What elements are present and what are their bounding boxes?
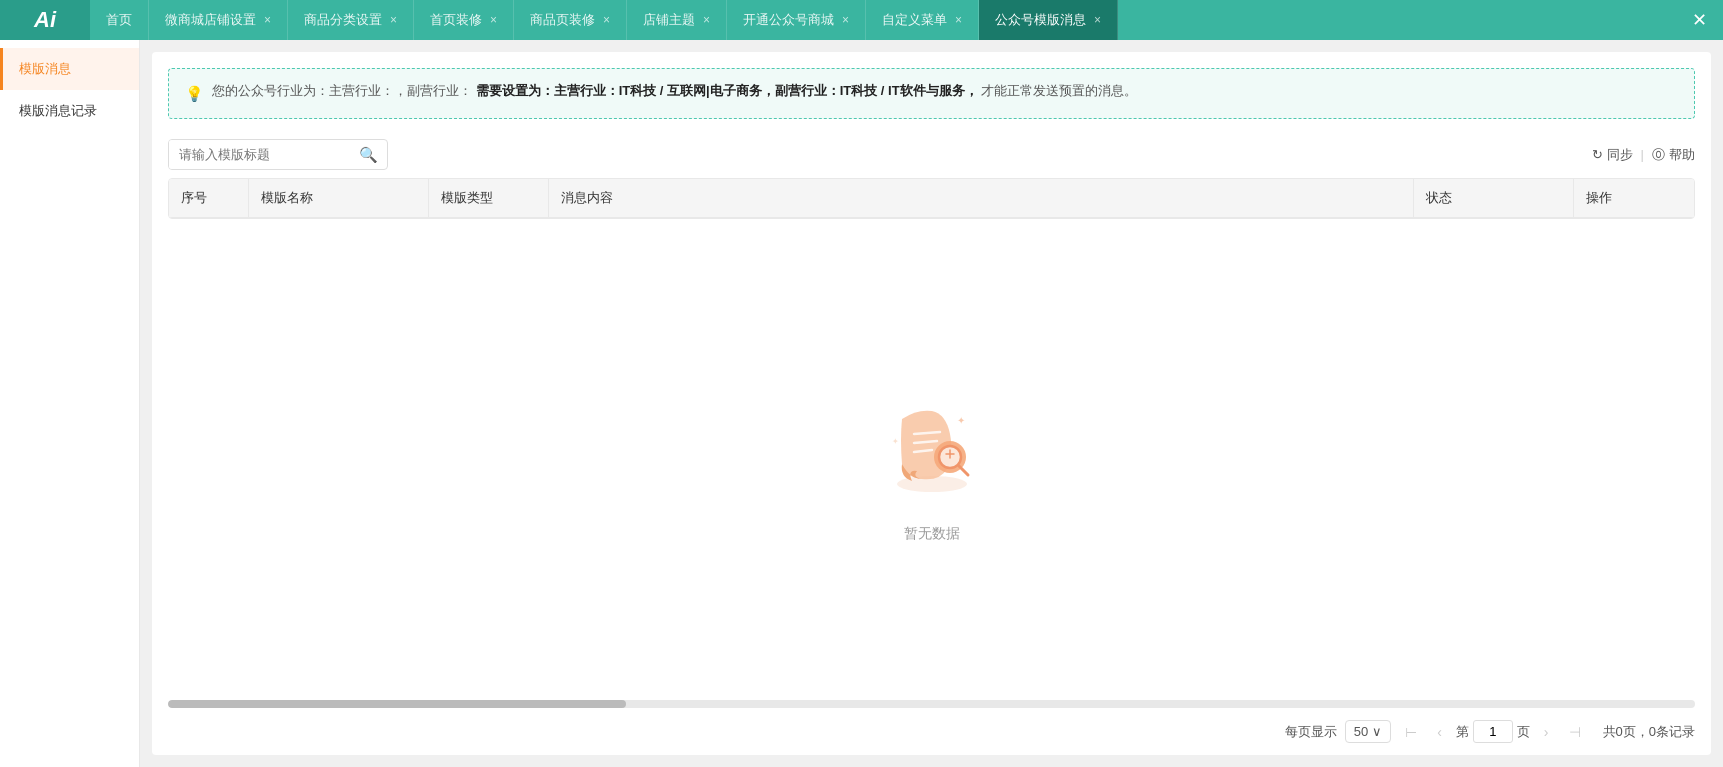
table-header-模版类型: 模版类型 bbox=[429, 179, 549, 217]
help-icon: ⓪ bbox=[1652, 146, 1665, 164]
help-label: 帮助 bbox=[1669, 146, 1695, 164]
search-input[interactable] bbox=[169, 140, 349, 169]
content-area: 💡 您的公众号行业为：主营行业：，副营行业： 需要设置为：主营行业：IT科技 /… bbox=[152, 52, 1711, 755]
page-size-label: 每页显示 bbox=[1285, 723, 1337, 741]
action-divider: | bbox=[1641, 147, 1644, 162]
sidebar: 模版消息模版消息记录 bbox=[0, 40, 140, 767]
search-bar: 🔍 ↻ 同步 | ⓪ 帮助 bbox=[152, 127, 1711, 178]
sync-label: 同步 bbox=[1607, 146, 1633, 164]
tab-close-product[interactable]: × bbox=[603, 14, 610, 26]
tab-close-mall[interactable]: × bbox=[842, 14, 849, 26]
svg-line-7 bbox=[959, 466, 968, 475]
table-header: 序号模版名称模版类型消息内容状态操作 bbox=[169, 179, 1694, 218]
sidebar-item-template-message-log[interactable]: 模版消息记录 bbox=[0, 90, 139, 132]
tab-theme[interactable]: 店铺主题× bbox=[627, 0, 727, 40]
page-size-select[interactable]: 50 ∨ bbox=[1345, 720, 1391, 743]
bulb-icon: 💡 bbox=[185, 82, 204, 106]
notice-text: 您的公众号行业为：主营行业：，副营行业： 需要设置为：主营行业：IT科技 / 互… bbox=[212, 81, 1137, 102]
tab-weshop[interactable]: 微商城店铺设置× bbox=[149, 0, 288, 40]
page-prefix-label: 第 bbox=[1456, 723, 1469, 741]
help-button[interactable]: ⓪ 帮助 bbox=[1652, 146, 1695, 164]
page-suffix-label: 页 bbox=[1517, 723, 1530, 741]
tab-close-template[interactable]: × bbox=[1094, 14, 1101, 26]
tab-homepage[interactable]: 首页装修× bbox=[414, 0, 514, 40]
tab-mall[interactable]: 开通公众号商城× bbox=[727, 0, 866, 40]
empty-illustration: ✦ ✦ bbox=[872, 389, 992, 509]
search-actions: ↻ 同步 | ⓪ 帮助 bbox=[1592, 146, 1695, 164]
notice-highlight: 需要设置为：主营行业：IT科技 / 互联网|电子商务，副营行业：IT科技 / I… bbox=[476, 83, 978, 98]
tab-list: 首页微商城店铺设置×商品分类设置×首页装修×商品页装修×店铺主题×开通公众号商城… bbox=[90, 0, 1676, 40]
sync-button[interactable]: ↻ 同步 bbox=[1592, 146, 1633, 164]
tab-home[interactable]: 首页 bbox=[90, 0, 149, 40]
table-header-状态: 状态 bbox=[1414, 179, 1574, 217]
empty-state: ✦ ✦ 暂无数据 bbox=[152, 219, 1711, 692]
svg-text:✦: ✦ bbox=[957, 415, 965, 426]
tab-category[interactable]: 商品分类设置× bbox=[288, 0, 414, 40]
chevron-down-icon: ∨ bbox=[1372, 724, 1382, 739]
sidebar-item-template-message[interactable]: 模版消息 bbox=[0, 48, 139, 90]
first-page-button[interactable]: ⊢ bbox=[1399, 722, 1423, 742]
page-size-value: 50 bbox=[1354, 724, 1368, 739]
svg-text:✦: ✦ bbox=[892, 437, 899, 446]
tab-template[interactable]: 公众号模版消息× bbox=[979, 0, 1118, 40]
sync-icon: ↻ bbox=[1592, 147, 1603, 162]
tab-close-category[interactable]: × bbox=[390, 14, 397, 26]
prev-page-button[interactable]: ‹ bbox=[1431, 722, 1448, 742]
tab-close-theme[interactable]: × bbox=[703, 14, 710, 26]
tab-custommenu[interactable]: 自定义菜单× bbox=[866, 0, 979, 40]
table-header-序号: 序号 bbox=[169, 179, 249, 217]
tab-close-weshop[interactable]: × bbox=[264, 14, 271, 26]
page-number-input[interactable] bbox=[1473, 720, 1513, 743]
total-info: 共0页，0条记录 bbox=[1603, 723, 1695, 741]
pagination: 每页显示 50 ∨ ⊢ ‹ 第 页 › ⊣ 共0页，0条记录 bbox=[152, 708, 1711, 755]
tab-close-homepage[interactable]: × bbox=[490, 14, 497, 26]
table-header-消息内容: 消息内容 bbox=[549, 179, 1414, 217]
search-input-wrap: 🔍 bbox=[168, 139, 388, 170]
main-layout: 模版消息模版消息记录 💡 您的公众号行业为：主营行业：，副营行业： 需要设置为：… bbox=[0, 40, 1723, 767]
top-nav: Ai 首页微商城店铺设置×商品分类设置×首页装修×商品页装修×店铺主题×开通公众… bbox=[0, 0, 1723, 40]
table-wrap: 序号模版名称模版类型消息内容状态操作 bbox=[168, 178, 1695, 219]
page-input-wrap: 第 页 bbox=[1456, 720, 1530, 743]
close-window-button[interactable]: ✕ bbox=[1676, 0, 1723, 40]
tab-product[interactable]: 商品页装修× bbox=[514, 0, 627, 40]
horizontal-scrollbar[interactable] bbox=[168, 700, 1695, 708]
search-button[interactable]: 🔍 bbox=[349, 146, 388, 164]
next-page-button[interactable]: › bbox=[1538, 722, 1555, 742]
scroll-thumb bbox=[168, 700, 626, 708]
notice-banner: 💡 您的公众号行业为：主营行业：，副营行业： 需要设置为：主营行业：IT科技 /… bbox=[168, 68, 1695, 119]
table-header-操作: 操作 bbox=[1574, 179, 1694, 217]
tab-close-custommenu[interactable]: × bbox=[955, 14, 962, 26]
brand-logo: Ai bbox=[0, 0, 90, 40]
table-header-模版名称: 模版名称 bbox=[249, 179, 429, 217]
empty-text: 暂无数据 bbox=[904, 525, 960, 543]
last-page-button[interactable]: ⊣ bbox=[1563, 722, 1587, 742]
